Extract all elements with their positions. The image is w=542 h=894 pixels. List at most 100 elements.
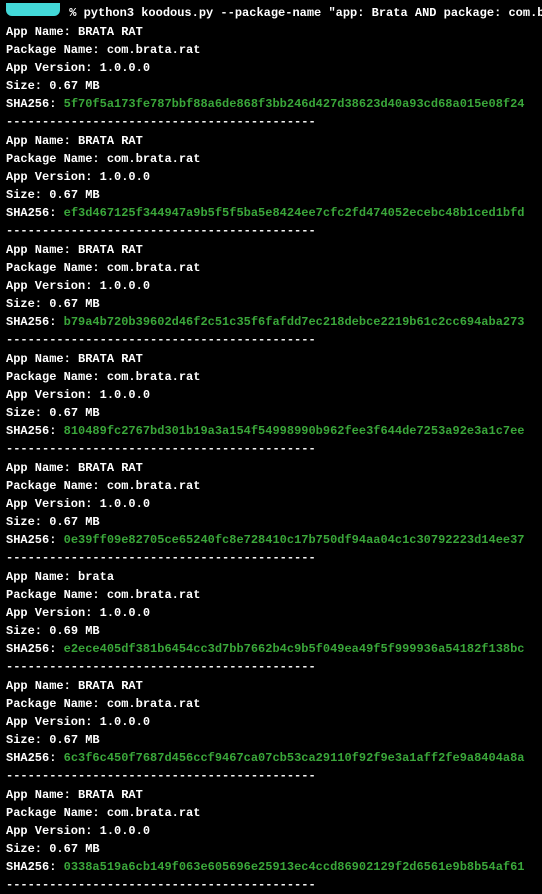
size-line: Size: 0.67 MB xyxy=(6,77,536,95)
package-name-line: Package Name: com.brata.rat xyxy=(6,804,536,822)
app-name-line-label: App Name: xyxy=(6,461,71,475)
package-name-line-value: com.brata.rat xyxy=(107,152,201,166)
package-name-line-label: Package Name: xyxy=(6,261,100,275)
package-name-line-label: Package Name: xyxy=(6,697,100,711)
separator-line: ----------------------------------------… xyxy=(6,331,536,349)
sha256-line-label: SHA256: xyxy=(6,424,56,438)
app-version-line-label: App Version: xyxy=(6,606,92,620)
result-entry: App Name: BRATA RATPackage Name: com.bra… xyxy=(6,350,536,458)
separator-line: ----------------------------------------… xyxy=(6,440,536,458)
app-name-line-value: BRATA RAT xyxy=(78,461,143,475)
size-line-label: Size: xyxy=(6,188,42,202)
app-version-line-label: App Version: xyxy=(6,279,92,293)
sha256-line: SHA256: b79a4b720b39602d46f2c51c35f6fafd… xyxy=(6,313,536,331)
package-name-line-label: Package Name: xyxy=(6,588,100,602)
app-version-line: App Version: 1.0.0.0 xyxy=(6,822,536,840)
app-name-line: App Name: BRATA RAT xyxy=(6,786,536,804)
app-name-line: App Name: BRATA RAT xyxy=(6,459,536,477)
package-name-line-value: com.brata.rat xyxy=(107,479,201,493)
separator-line: ----------------------------------------… xyxy=(6,658,536,676)
package-name-line: Package Name: com.brata.rat xyxy=(6,150,536,168)
app-version-line: App Version: 1.0.0.0 xyxy=(6,495,536,513)
app-version-line-label: App Version: xyxy=(6,824,92,838)
sha256-line-label: SHA256: xyxy=(6,206,56,220)
app-version-line-value: 1.0.0.0 xyxy=(100,824,150,838)
app-version-line-label: App Version: xyxy=(6,497,92,511)
app-name-line-value: brata xyxy=(78,570,114,584)
sha256-line-label: SHA256: xyxy=(6,642,56,656)
app-name-line: App Name: BRATA RAT xyxy=(6,23,536,41)
size-line: Size: 0.67 MB xyxy=(6,840,536,858)
size-line-value: 0.69 MB xyxy=(49,624,99,638)
result-entry: App Name: BRATA RATPackage Name: com.bra… xyxy=(6,677,536,785)
size-line-value: 0.67 MB xyxy=(49,79,99,93)
size-line-label: Size: xyxy=(6,515,42,529)
app-version-line-value: 1.0.0.0 xyxy=(100,279,150,293)
sha256-line-value: 810489fc2767bd301b19a3a154f54998990b962f… xyxy=(64,424,525,438)
app-name-line-value: BRATA RAT xyxy=(78,679,143,693)
size-line: Size: 0.67 MB xyxy=(6,513,536,531)
separator-line: ----------------------------------------… xyxy=(6,113,536,131)
sha256-line-value: b79a4b720b39602d46f2c51c35f6fafdd7ec218d… xyxy=(64,315,525,329)
size-line-label: Size: xyxy=(6,406,42,420)
output-container: App Name: BRATA RATPackage Name: com.bra… xyxy=(6,23,536,894)
size-line-value: 0.67 MB xyxy=(49,842,99,856)
size-line: Size: 0.67 MB xyxy=(6,295,536,313)
app-name-line: App Name: brata xyxy=(6,568,536,586)
size-line-value: 0.67 MB xyxy=(49,406,99,420)
separator-line: ----------------------------------------… xyxy=(6,767,536,785)
sha256-line-value: ef3d467125f344947a9b5f5f5ba5e8424ee7cfc2… xyxy=(64,206,525,220)
package-name-line-value: com.brata.rat xyxy=(107,261,201,275)
size-line: Size: 0.67 MB xyxy=(6,731,536,749)
app-version-line: App Version: 1.0.0.0 xyxy=(6,604,536,622)
app-name-line-value: BRATA RAT xyxy=(78,788,143,802)
sha256-line-value: 0338a519a6cb149f063e605696e25913ec4ccd86… xyxy=(64,860,525,874)
size-line-label: Size: xyxy=(6,842,42,856)
package-name-line-value: com.brata.rat xyxy=(107,588,201,602)
sha256-line-label: SHA256: xyxy=(6,533,56,547)
app-version-line-value: 1.0.0.0 xyxy=(100,715,150,729)
app-name-line-label: App Name: xyxy=(6,134,71,148)
app-version-line-value: 1.0.0.0 xyxy=(100,170,150,184)
size-line: Size: 0.67 MB xyxy=(6,186,536,204)
app-version-line-label: App Version: xyxy=(6,388,92,402)
app-name-line-value: BRATA RAT xyxy=(78,134,143,148)
package-name-line-value: com.brata.rat xyxy=(107,697,201,711)
app-name-line-label: App Name: xyxy=(6,788,71,802)
size-line-value: 0.67 MB xyxy=(49,733,99,747)
app-version-line-label: App Version: xyxy=(6,170,92,184)
size-line-value: 0.67 MB xyxy=(49,297,99,311)
result-entry: App Name: BRATA RAT Package Name: com.bra… xyxy=(6,132,536,240)
command-prompt-line: % python3 koodous.py --package-name "app… xyxy=(6,4,536,22)
sha256-line: SHA256: 0338a519a6cb149f063e605696e25913… xyxy=(6,858,536,876)
app-name-line-value: BRATA RAT xyxy=(78,243,143,257)
package-name-line-value: com.brata.rat xyxy=(107,43,201,57)
package-name-line: Package Name: com.brata.rat xyxy=(6,41,536,59)
app-version-line: App Version: 1.0.0.0 xyxy=(6,277,536,295)
app-version-line-value: 1.0.0.0 xyxy=(100,497,150,511)
app-name-line: App Name: BRATA RAT xyxy=(6,241,536,259)
package-name-line: Package Name: com.brata.rat xyxy=(6,259,536,277)
app-version-line: App Version: 1.0.0.0 xyxy=(6,713,536,731)
result-entry: App Name: brata Package Name: com.brata.r… xyxy=(6,568,536,676)
app-name-line-label: App Name: xyxy=(6,570,71,584)
sha256-line-value: e2ece405df381b6454cc3d7bb7662b4c9b5f049e… xyxy=(64,642,525,656)
sha256-line: SHA256: 5f70f5a173fe787bbf88a6de868f3bb2… xyxy=(6,95,536,113)
app-name-line-label: App Name: xyxy=(6,243,71,257)
app-version-line: App Version: 1.0.0.0 xyxy=(6,386,536,404)
sha256-line: SHA256: 6c3f6c450f7687d456ccf9467ca07cb5… xyxy=(6,749,536,767)
separator-line: ----------------------------------------… xyxy=(6,549,536,567)
size-line-label: Size: xyxy=(6,624,42,638)
app-version-line-label: App Version: xyxy=(6,715,92,729)
package-name-line-label: Package Name: xyxy=(6,43,100,57)
size-line: Size: 0.67 MB xyxy=(6,404,536,422)
package-name-line-label: Package Name: xyxy=(6,806,100,820)
sha256-line-label: SHA256: xyxy=(6,315,56,329)
sha256-line: SHA256: ef3d467125f344947a9b5f5f5ba5e842… xyxy=(6,204,536,222)
sha256-line: SHA256: e2ece405df381b6454cc3d7bb7662b4c… xyxy=(6,640,536,658)
app-version-line-label: App Version: xyxy=(6,61,92,75)
size-line-label: Size: xyxy=(6,79,42,93)
app-name-line-label: App Name: xyxy=(6,352,71,366)
app-version-line-value: 1.0.0.0 xyxy=(100,61,150,75)
result-entry: App Name: BRATA RATPackage Name: com.bra… xyxy=(6,241,536,349)
